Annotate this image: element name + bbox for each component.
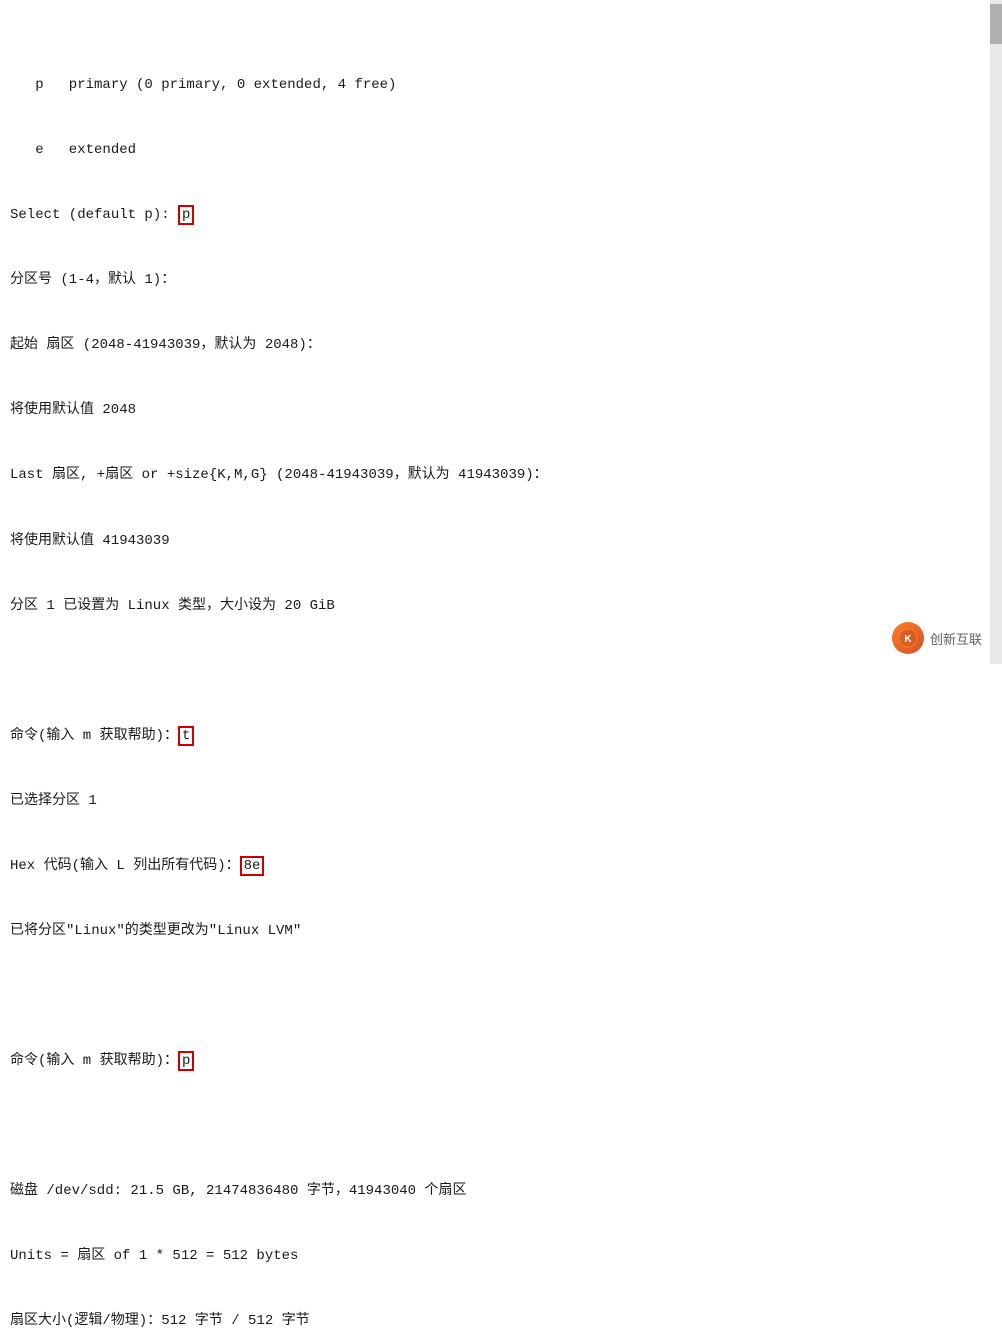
line-sector-size: 扇区大小(逻辑/物理)：512 字节 / 512 字节 [10, 1311, 986, 1328]
line-default-41943039: 将使用默认值 41943039 [10, 531, 986, 553]
line-partition-set: 分区 1 已设置为 Linux 类型，大小设为 20 GiB [10, 596, 986, 618]
scrollbar-thumb[interactable] [990, 4, 1002, 44]
input-highlight-8e: 8e [240, 856, 265, 876]
input-highlight-p2: p [178, 1051, 194, 1071]
svg-text:K: K [904, 634, 912, 645]
line-units: Units = 扇区 of 1 * 512 = 512 bytes [10, 1246, 986, 1268]
line-empty3 [10, 1116, 986, 1138]
line-select-default: Select (default p): p [10, 205, 986, 227]
watermark-icon: K [892, 622, 924, 654]
line-empty2 [10, 986, 986, 1008]
line-start-sector: 起始 扇区 (2048-41943039，默认为 2048)： [10, 335, 986, 357]
line-partition-number: 分区号 (1-4，默认 1)： [10, 270, 986, 292]
terminal-content: p primary (0 primary, 0 extended, 4 free… [10, 10, 986, 1328]
line-hex-code: Hex 代码(输入 L 列出所有代码)：8e [10, 856, 986, 878]
line-default-2048: 将使用默认值 2048 [10, 400, 986, 422]
line-disk-info: 磁盘 /dev/sdd: 21.5 GB, 21474836480 字节，419… [10, 1181, 986, 1203]
line-command-t: 命令(输入 m 获取帮助)：t [10, 726, 986, 748]
input-highlight-p: p [178, 205, 194, 225]
scrollbar[interactable] [990, 0, 1002, 664]
watermark-label: 创新互联 [930, 629, 982, 648]
line-last-sector: Last 扇区, +扇区 or +size{K,M,G} (2048-41943… [10, 465, 986, 487]
line-extended: e extended [10, 140, 986, 162]
line-primary: p primary (0 primary, 0 extended, 4 free… [10, 75, 986, 97]
input-highlight-t: t [178, 726, 194, 746]
line-selected-partition: 已选择分区 1 [10, 791, 986, 813]
watermark: K 创新互联 [892, 622, 982, 654]
terminal-container: p primary (0 primary, 0 extended, 4 free… [0, 0, 1002, 664]
line-command-p: 命令(输入 m 获取帮助)：p [10, 1051, 986, 1073]
line-type-changed: 已将分区"Linux"的类型更改为"Linux LVM" [10, 921, 986, 943]
brand-icon: K [898, 628, 918, 648]
